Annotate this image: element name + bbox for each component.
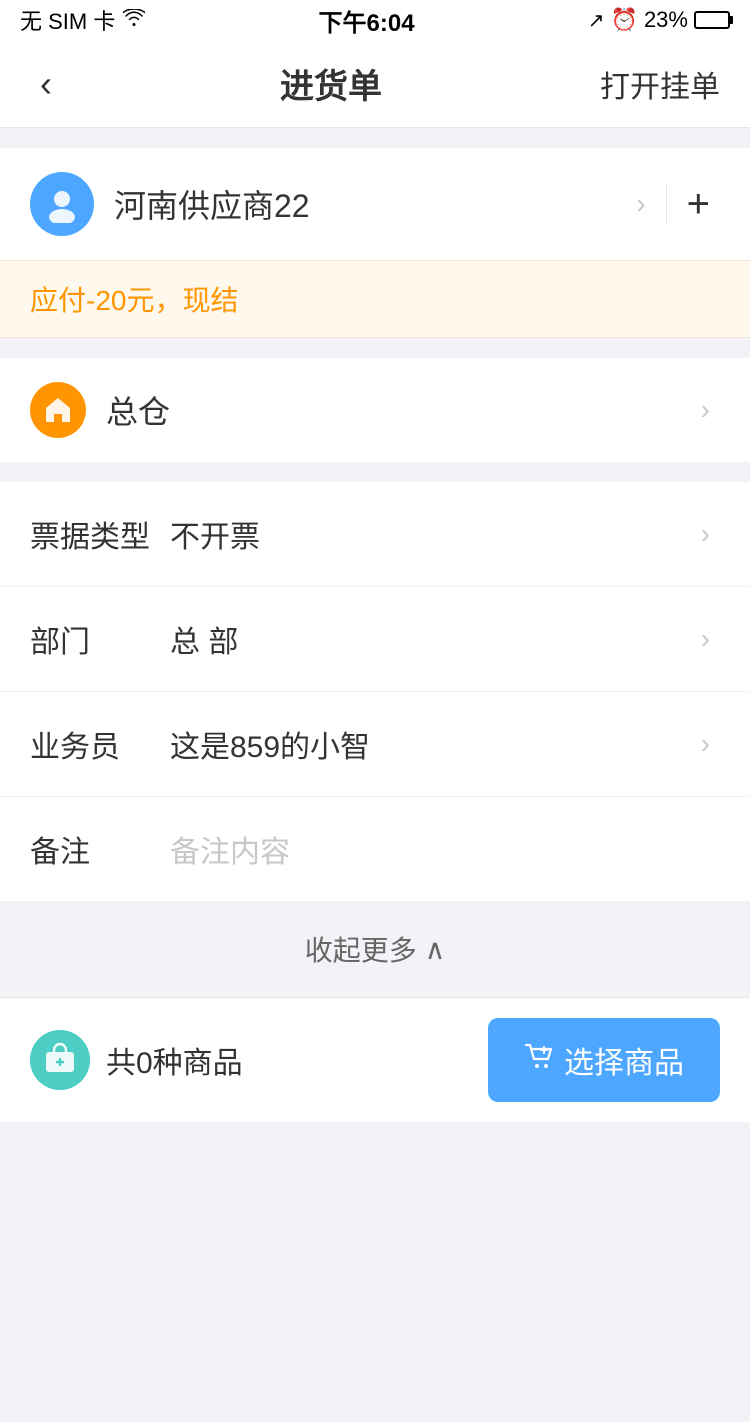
invoice-label: 票据类型	[30, 512, 170, 556]
status-time: 下午6:04	[319, 3, 415, 38]
form-section: 票据类型 不开票 › 部门 总 部 › 业务员 这是859的小智 › 备注 备注…	[0, 482, 750, 901]
select-product-button[interactable]: 选择商品	[488, 1018, 720, 1102]
supplier-name: 河南供应商22	[114, 181, 636, 227]
product-count: 共0种商品	[106, 1038, 488, 1082]
product-icon	[30, 1030, 90, 1090]
supplier-avatar	[30, 172, 94, 236]
battery-percent: 23%	[644, 7, 688, 33]
department-chevron-icon: ›	[701, 623, 710, 655]
status-left: 无 SIM 卡	[20, 4, 145, 36]
invoice-chevron-icon: ›	[701, 518, 710, 550]
open-pending-button[interactable]: 打开挂单	[600, 62, 720, 106]
salesman-value: 这是859的小智	[170, 722, 701, 766]
form-row-remark[interactable]: 备注 备注内容	[0, 797, 750, 901]
form-row-invoice[interactable]: 票据类型 不开票 ›	[0, 482, 750, 587]
back-button[interactable]: ‹	[30, 53, 62, 115]
supplier-chevron-icon: ›	[636, 188, 645, 220]
bottom-bar: 共0种商品 选择商品	[0, 997, 750, 1122]
gray-area	[0, 1122, 750, 1422]
warehouse-row[interactable]: 总仓 ›	[0, 358, 750, 462]
department-value: 总 部	[170, 617, 701, 661]
remark-label: 备注	[30, 827, 170, 871]
collapse-button[interactable]: 收起更多 ∧	[0, 901, 750, 997]
invoice-value: 不开票	[170, 512, 701, 556]
warehouse-chevron-icon: ›	[701, 394, 710, 426]
cart-icon	[524, 1043, 554, 1077]
collapse-icon: ∧	[425, 933, 446, 966]
alarm-icon: ⏰	[611, 7, 638, 33]
no-sim-label: 无 SIM 卡	[20, 4, 115, 36]
page-title: 进货单	[280, 59, 382, 108]
gps-icon: ↗	[588, 8, 605, 33]
form-row-department[interactable]: 部门 总 部 ›	[0, 587, 750, 692]
collapse-label: 收起更多	[305, 929, 417, 969]
warehouse-icon	[30, 382, 86, 438]
supplier-row[interactable]: 河南供应商22 › +	[0, 148, 750, 260]
notice-banner: 应付-20元，现结	[0, 260, 750, 338]
status-right: ↗ ⏰ 23%	[588, 7, 730, 33]
nav-bar: ‹ 进货单 打开挂单	[0, 40, 750, 128]
battery-icon	[694, 11, 730, 29]
content: 河南供应商22 › + 应付-20元，现结 总仓 › 票据类型 不开票 ›	[0, 148, 750, 1422]
notice-text: 应付-20元，现结	[30, 285, 238, 316]
department-label: 部门	[30, 617, 170, 661]
supplier-section: 河南供应商22 › + 应付-20元，现结	[0, 148, 750, 338]
status-bar: 无 SIM 卡 下午6:04 ↗ ⏰ 23%	[0, 0, 750, 40]
supplier-divider	[666, 184, 667, 224]
salesman-chevron-icon: ›	[701, 728, 710, 760]
wifi-icon	[123, 7, 145, 33]
warehouse-label: 总仓	[106, 387, 701, 433]
salesman-label: 业务员	[30, 722, 170, 766]
remark-input[interactable]: 备注内容	[170, 827, 720, 871]
select-btn-label: 选择商品	[564, 1038, 684, 1082]
add-button[interactable]: +	[677, 182, 720, 227]
form-row-salesman[interactable]: 业务员 这是859的小智 ›	[0, 692, 750, 797]
